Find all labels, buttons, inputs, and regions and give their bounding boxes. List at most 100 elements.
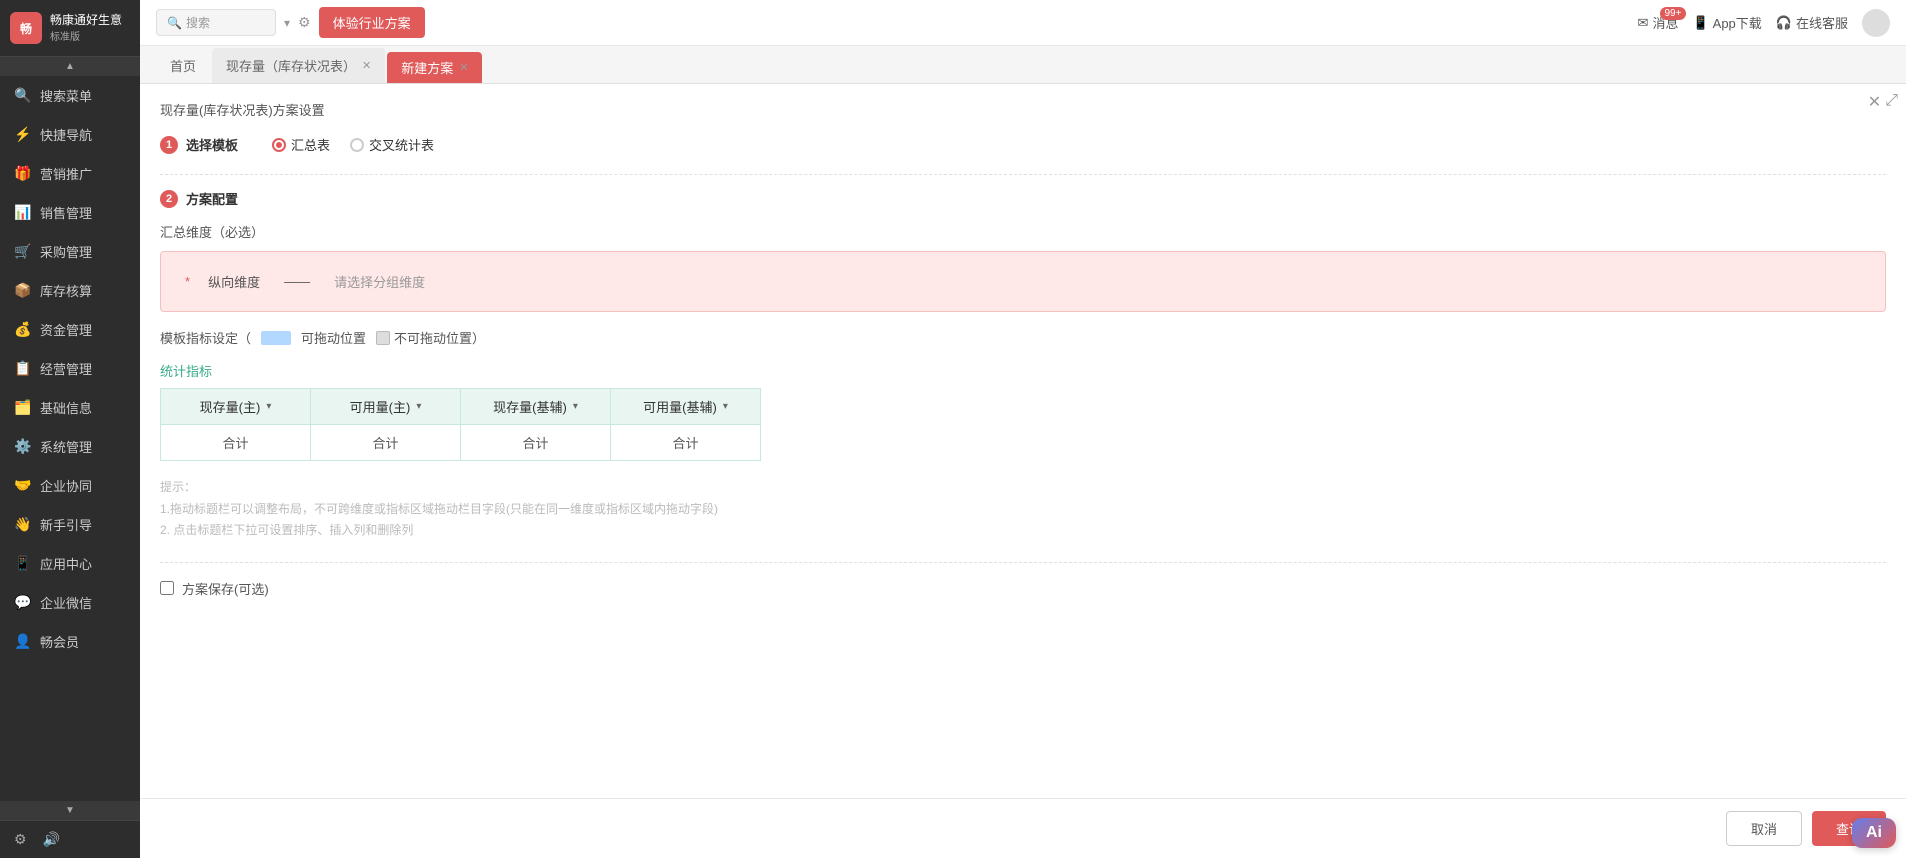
tab-inventory-label: 现存量（库存状况表）: [226, 56, 356, 75]
indicator-fixed-label: 不可拖动位置）: [394, 328, 485, 347]
sidebar-bottom: ⚙ 🔊: [0, 820, 140, 858]
sidebar-item-appcenter[interactable]: 📱 应用中心: [0, 544, 140, 583]
stats-cell-3: 合计: [611, 425, 761, 461]
topbar-settings-icon[interactable]: ⚙: [298, 14, 311, 31]
indicator-fixed: 不可拖动位置）: [376, 328, 485, 347]
sidebar-item-info[interactable]: 🗂️ 基础信息: [0, 388, 140, 427]
message-icon: ✉: [1638, 15, 1649, 31]
sidebar-item-member[interactable]: 👤 畅会员: [0, 622, 140, 661]
save-checkbox[interactable]: [160, 581, 174, 595]
dim-placeholder[interactable]: 请选择分组维度: [334, 272, 425, 291]
tab-home-label: 首页: [170, 56, 196, 75]
save-row: 方案保存(可选): [160, 579, 1886, 598]
stats-col-header-1[interactable]: 可用量(主) ▾: [311, 389, 461, 425]
sidebar-item-marketing[interactable]: 🎁 营销推广: [0, 154, 140, 193]
stats-col-header-2[interactable]: 现存量(基辅) ▾: [461, 389, 611, 425]
purchase-icon: 🛒: [14, 243, 32, 260]
col-0-label: 现存量(主): [200, 397, 261, 416]
save-checkbox-label: 方案保存(可选): [182, 579, 269, 598]
corp-icon: 🤝: [14, 477, 32, 494]
topbar-search-box[interactable]: 🔍 搜索: [156, 9, 276, 36]
sidebar-item-label: 系统管理: [40, 437, 92, 456]
sidebar-item-label: 快捷导航: [40, 125, 92, 144]
indicator-movable-label: 可拖动位置: [301, 328, 366, 347]
ops-icon: 📋: [14, 360, 32, 377]
stats-col-header-3[interactable]: 可用量(基辅) ▾: [611, 389, 761, 425]
col-3-chevron-icon[interactable]: ▾: [723, 401, 728, 412]
section1-number: 1: [160, 136, 178, 154]
stats-cell-1: 合计: [311, 425, 461, 461]
user-avatar[interactable]: [1862, 9, 1890, 37]
col-1-label: 可用量(主): [350, 397, 411, 416]
info-icon: 🗂️: [14, 399, 32, 416]
section1-header: 1 选择模板 汇总表 交叉统计表: [160, 135, 1886, 154]
sidebar-item-label: 库存核算: [40, 281, 92, 300]
sidebar-item-label: 营销推广: [40, 164, 92, 183]
cancel-button[interactable]: 取消: [1726, 811, 1802, 846]
col-0-chevron-icon[interactable]: ▾: [266, 401, 271, 412]
tab-new-plan-close-icon[interactable]: ✕: [459, 61, 468, 74]
sidebar-item-search[interactable]: 🔍 搜索菜单: [0, 76, 140, 115]
sidebar-scroll-up[interactable]: ▲: [0, 57, 140, 76]
sidebar-scroll-down[interactable]: ▼: [0, 801, 140, 820]
content-area: ✕ ⤢ 现存量(库存状况表)方案设置 1 选择模板 汇总表 交叉统计表: [140, 84, 1906, 798]
close-panel-icon[interactable]: ✕: [1868, 92, 1881, 112]
sidebar-item-quicknav[interactable]: ⚡ 快捷导航: [0, 115, 140, 154]
indicator-fixed-box: [376, 331, 390, 345]
messages-button[interactable]: ✉ 消息 99+: [1638, 13, 1679, 32]
section1-divider: [160, 174, 1886, 175]
trial-button[interactable]: 体验行业方案: [319, 7, 425, 38]
search-icon: 🔍: [167, 16, 182, 30]
finance-icon: 💰: [14, 321, 32, 338]
summary-dim-label: 汇总维度（必选）: [160, 222, 1886, 241]
sidebar-item-label: 销售管理: [40, 203, 92, 222]
pink-dimension-area: * 纵向维度 —— 请选择分组维度: [160, 251, 1886, 312]
table-row: 合计 合计 合计 合计: [161, 425, 761, 461]
app-download-button[interactable]: 📱 App下载: [1692, 13, 1761, 32]
audio-bottom-icon[interactable]: 🔊: [43, 831, 60, 848]
section2-number: 2: [160, 190, 178, 208]
sidebar-item-ops[interactable]: 📋 经营管理: [0, 349, 140, 388]
sidebar-item-label: 企业微信: [40, 593, 92, 612]
inventory-icon: 📦: [14, 282, 32, 299]
main: 🔍 搜索 ▾ ⚙ 体验行业方案 ✉ 消息 99+ 📱 App下载 🎧 在线客服: [140, 0, 1906, 858]
section2-label: 方案配置: [186, 189, 238, 208]
search-icon: 🔍: [14, 87, 32, 104]
sidebar-item-newbie[interactable]: 👋 新手引导: [0, 505, 140, 544]
sidebar-item-system[interactable]: ⚙️ 系统管理: [0, 427, 140, 466]
tab-inventory-status[interactable]: 现存量（库存状况表） ✕: [212, 48, 385, 83]
sidebar-item-corp[interactable]: 🤝 企业协同: [0, 466, 140, 505]
dim-dash: ——: [284, 274, 310, 289]
radio-cross[interactable]: 交叉统计表: [350, 135, 434, 154]
tab-home[interactable]: 首页: [156, 48, 210, 83]
col-2-chevron-icon[interactable]: ▾: [573, 401, 578, 412]
tip-item-1: 2. 点击标题栏下拉可设置排序、插入列和删除列: [160, 520, 1886, 542]
sidebar-item-label: 基础信息: [40, 398, 92, 417]
col-1-chevron-icon[interactable]: ▾: [416, 401, 421, 412]
section1-label: 选择模板: [186, 135, 238, 154]
settings-bottom-icon[interactable]: ⚙: [14, 831, 27, 848]
online-service-button[interactable]: 🎧 在线客服: [1776, 13, 1848, 32]
ai-float-button[interactable]: Ai: [1852, 818, 1896, 848]
topbar-dropdown-icon[interactable]: ▾: [284, 16, 290, 30]
stats-table: 现存量(主) ▾ 可用量(主) ▾: [160, 388, 761, 461]
sidebar-item-label: 资金管理: [40, 320, 92, 339]
stats-col-header-0[interactable]: 现存量(主) ▾: [161, 389, 311, 425]
required-star: *: [185, 274, 190, 289]
tips-title: 提示：: [160, 477, 1886, 499]
sidebar-item-sales[interactable]: 📊 销售管理: [0, 193, 140, 232]
sidebar-item-label: 采购管理: [40, 242, 92, 261]
radio-summary[interactable]: 汇总表: [272, 135, 330, 154]
sidebar-item-wechat[interactable]: 💬 企业微信: [0, 583, 140, 622]
search-placeholder: 搜索: [186, 14, 210, 31]
logo-name: 畅康通好生意: [50, 13, 122, 29]
expand-panel-icon[interactable]: ⤢: [1885, 92, 1898, 112]
tab-new-plan[interactable]: 新建方案 ✕: [387, 52, 482, 83]
sidebar-item-purchase[interactable]: 🛒 采购管理: [0, 232, 140, 271]
col-2-label: 现存量(基辅): [493, 397, 567, 416]
sidebar-item-inventory[interactable]: 📦 库存核算: [0, 271, 140, 310]
tab-inventory-close-icon[interactable]: ✕: [362, 59, 371, 72]
app-download-label: App下载: [1713, 13, 1762, 32]
phone-icon: 📱: [1692, 15, 1708, 31]
sidebar-item-finance[interactable]: 💰 资金管理: [0, 310, 140, 349]
